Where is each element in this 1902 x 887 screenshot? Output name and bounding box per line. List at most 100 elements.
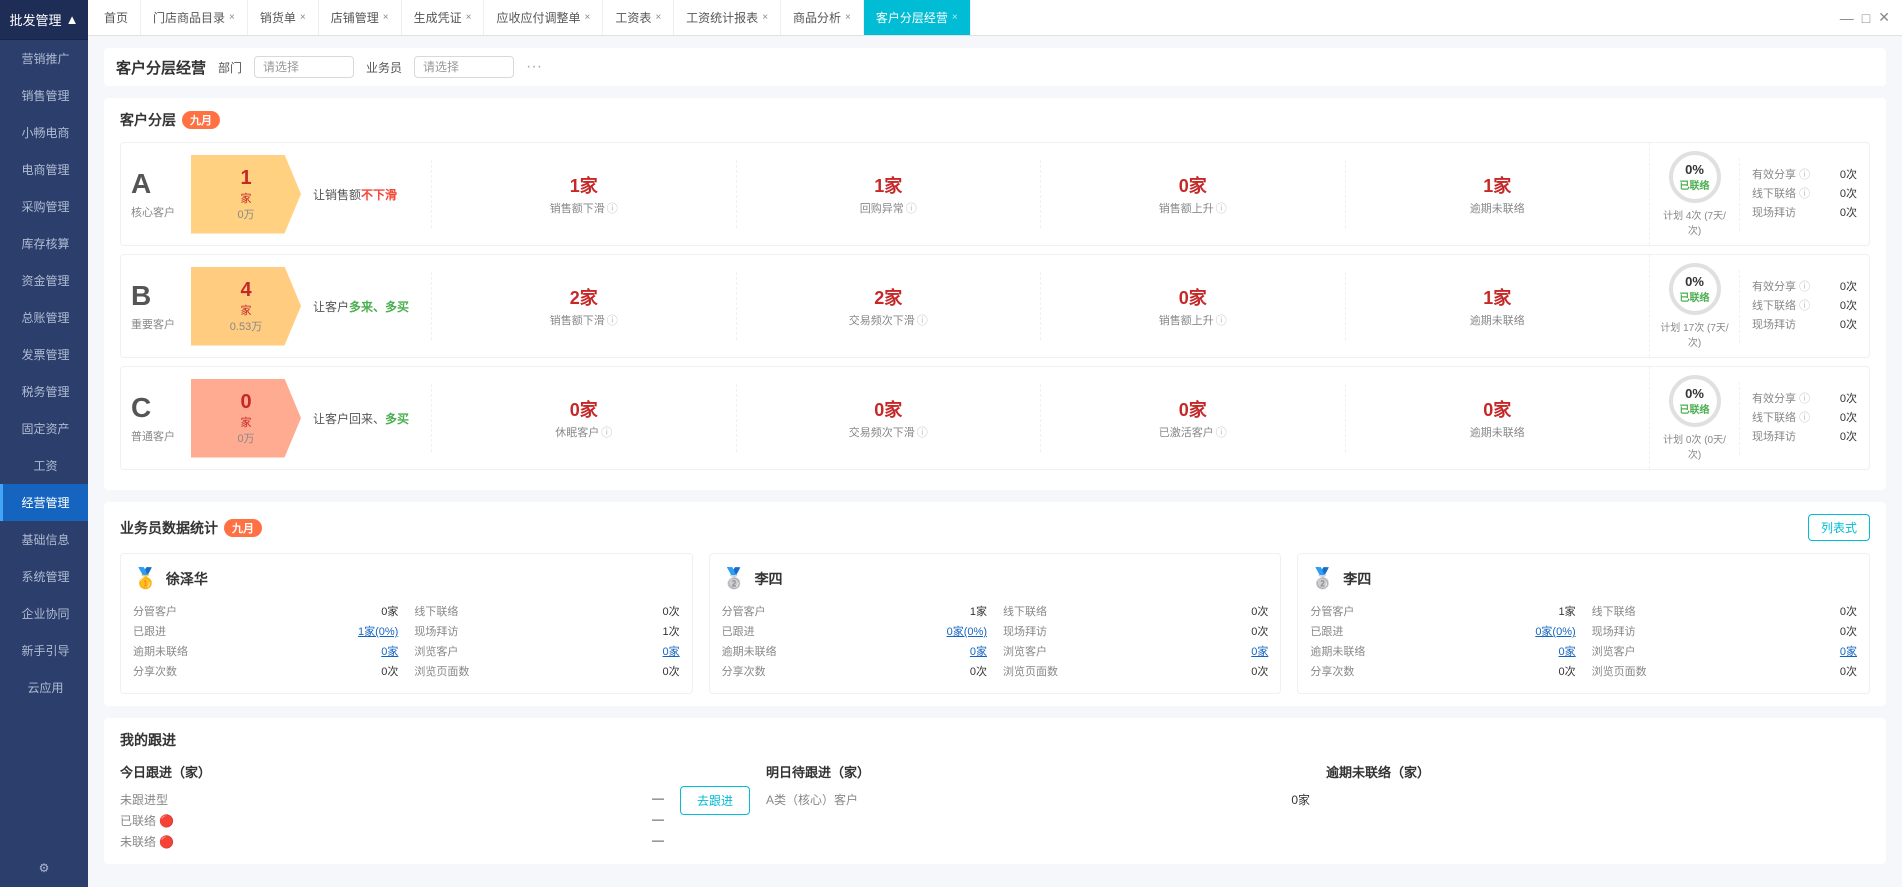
tab-商品分析[interactable]: 商品分析× (781, 0, 864, 36)
tier-right-stat-row: 线下联络 ⓘ0次 (1752, 409, 1857, 425)
tab-close-店铺管理[interactable]: × (383, 12, 389, 23)
info-icon[interactable]: ⓘ (1799, 300, 1810, 312)
sidebar-item-固定资产[interactable]: 固定资产 (0, 410, 88, 447)
sidebar-item-税务管理[interactable]: 税务管理 (0, 373, 88, 410)
sidebar-top[interactable]: 批发管理 ▲ (0, 0, 88, 40)
staff-section-title: 业务员数据统计 九月 (120, 518, 262, 538)
window-restore-button[interactable]: □ (1862, 10, 1870, 26)
tab-工资表[interactable]: 工资表× (603, 0, 674, 36)
dept-select[interactable]: 请选择 (254, 56, 354, 78)
staff-section-header: 业务员数据统计 九月 列表式 (120, 514, 1870, 541)
sidebar-item-资金管理[interactable]: 资金管理 (0, 262, 88, 299)
info-icon[interactable]: ⓘ (917, 424, 928, 440)
staff-label: 业务员 (366, 59, 402, 76)
goto-followup-button[interactable]: 去跟进 (680, 786, 750, 815)
sidebar-item-工资[interactable]: 工资 (0, 447, 88, 484)
sidebar-item-电商管理[interactable]: 电商管理 (0, 151, 88, 188)
sidebar-item-营销推广[interactable]: 营销推广 (0, 40, 88, 77)
list-view-button[interactable]: 列表式 (1808, 514, 1870, 541)
info-icon[interactable]: ⓘ (1799, 188, 1810, 200)
staff-stat-row: 浏览客户0家 (414, 641, 679, 661)
info-icon[interactable]: ⓘ (607, 312, 618, 328)
sidebar-item-发票管理[interactable]: 发票管理 (0, 336, 88, 373)
settings-button[interactable]: ⚙ (0, 849, 88, 887)
info-icon[interactable]: ⓘ (1799, 169, 1810, 181)
info-icon[interactable]: ⓘ (1216, 200, 1227, 216)
sidebar-item-企业协同[interactable]: 企业协同 (0, 595, 88, 632)
followup-row-val-1: — (652, 791, 664, 808)
tier-label-B: B重要客户 (121, 264, 191, 348)
staff-card-0: 🥇徐泽华分管客户0家已跟进1家(0%)逾期未联络0家分享次数0次线下联络0次现场… (120, 553, 693, 694)
tier-row-B: B重要客户4家0.53万让客户多来、多买2家销售额下滑 ⓘ2家交易频次下滑 ⓘ0… (120, 254, 1870, 358)
tier-stat-B-1: 2家交易频次下滑 ⓘ (736, 272, 1041, 340)
sidebar-item-基础信息[interactable]: 基础信息 (0, 521, 88, 558)
tab-close-商品分析[interactable]: × (845, 12, 851, 23)
staff-section: 业务员数据统计 九月 列表式 🥇徐泽华分管客户0家已跟进1家(0%)逾期未联络0… (104, 502, 1886, 706)
tab-应收应付调整单[interactable]: 应收应付调整单× (484, 0, 603, 36)
sidebar-item-销售管理[interactable]: 销售管理 (0, 77, 88, 114)
tier-right-stat-row: 现场拜访0次 (1752, 204, 1857, 220)
tab-close-销货单[interactable]: × (300, 12, 306, 23)
window-close-button[interactable]: ✕ (1878, 9, 1890, 26)
tier-right-stat-row: 有效分享 ⓘ0次 (1752, 166, 1857, 182)
tab-close-客户分层经营[interactable]: × (952, 12, 958, 23)
info-icon[interactable]: ⓘ (1216, 312, 1227, 328)
sidebar-item-云应用[interactable]: 云应用 (0, 669, 88, 706)
sidebar-item-小畅电商[interactable]: 小畅电商 (0, 114, 88, 151)
circle-progress-C: 0% 已联络 (1669, 375, 1721, 427)
info-icon[interactable]: ⓘ (906, 200, 917, 216)
tab-首页[interactable]: 首页 (92, 0, 141, 36)
tab-门店商品目录[interactable]: 门店商品目录× (141, 0, 248, 36)
tier-stat-A-3: 1家逾期未联络 (1345, 160, 1650, 228)
today-followup-title: 今日跟进（家） (120, 762, 664, 781)
info-icon[interactable]: ⓘ (607, 200, 618, 216)
staff-left-col-1: 分管客户1家已跟进0家(0%)逾期未联络0家分享次数0次 (722, 601, 987, 681)
info-icon[interactable]: ⓘ (917, 312, 928, 328)
sidebar-item-采购管理[interactable]: 采购管理 (0, 188, 88, 225)
staff-right-col-2: 线下联络0次现场拜访0次浏览客户0家浏览页面数0次 (1592, 601, 1857, 681)
tier-label-C: C普通客户 (121, 376, 191, 460)
staff-select[interactable]: 请选择 (414, 56, 514, 78)
sidebar-item-库存核算[interactable]: 库存核算 (0, 225, 88, 262)
tier-letter-A: A (131, 168, 151, 200)
tier-right-stats-A: 有效分享 ⓘ0次线下联络 ⓘ0次现场拜访0次 (1739, 158, 1869, 231)
tab-close-门店商品目录[interactable]: × (229, 12, 235, 23)
tab-close-工资统计报表[interactable]: × (762, 12, 768, 23)
sidebar-item-系统管理[interactable]: 系统管理 (0, 558, 88, 595)
sidebar-top-arrow: ▲ (66, 12, 79, 27)
staff-stat-row: 线下联络0次 (1003, 601, 1268, 621)
staff-card-header-2: 🥈李四 (1310, 566, 1857, 591)
tab-客户分层经营[interactable]: 客户分层经营× (864, 0, 971, 36)
info-icon[interactable]: ⓘ (1216, 424, 1227, 440)
goto-followup-block: 去跟进 (680, 762, 750, 815)
sidebar-item-经营管理[interactable]: 经营管理 (0, 484, 88, 521)
staff-stat-row: 分管客户1家 (1310, 601, 1575, 621)
staff-stat-row: 现场拜访0次 (1592, 621, 1857, 641)
staff-left-col-2: 分管客户1家已跟进0家(0%)逾期未联络0家分享次数0次 (1310, 601, 1575, 681)
tab-店铺管理[interactable]: 店铺管理× (319, 0, 402, 36)
window-minimize-button[interactable]: — (1840, 10, 1854, 26)
tier-stat-A-2: 0家销售额上升 ⓘ (1040, 160, 1345, 228)
tab-close-工资表[interactable]: × (655, 12, 661, 23)
staff-stats-grid-0: 分管客户0家已跟进1家(0%)逾期未联络0家分享次数0次线下联络0次现场拜访1次… (133, 601, 680, 681)
info-icon[interactable]: ⓘ (1799, 281, 1810, 293)
tab-close-生成凭证[interactable]: × (466, 12, 472, 23)
tab-工资统计报表[interactable]: 工资统计报表× (674, 0, 781, 36)
tab-close-应收应付调整单[interactable]: × (584, 12, 590, 23)
tier-count-A: 1家0万 (191, 155, 301, 234)
info-icon[interactable]: ⓘ (1799, 393, 1810, 405)
staff-left-col-0: 分管客户0家已跟进1家(0%)逾期未联络0家分享次数0次 (133, 601, 398, 681)
sidebar-item-总账管理[interactable]: 总账管理 (0, 299, 88, 336)
tier-stat-C-2: 0家已激活客户 ⓘ (1040, 384, 1345, 452)
tier-row-C: C普通客户0家0万让客户回来、多买0家休眠客户 ⓘ0家交易频次下滑 ⓘ0家已激活… (120, 366, 1870, 470)
info-icon[interactable]: ⓘ (1799, 412, 1810, 424)
info-icon[interactable]: ⓘ (601, 424, 612, 440)
sidebar-item-新手引导[interactable]: 新手引导 (0, 632, 88, 669)
followup-title: 我的跟进 (120, 730, 1870, 750)
tab-销货单[interactable]: 销货单× (248, 0, 319, 36)
tab-生成凭证[interactable]: 生成凭证× (402, 0, 485, 36)
circle-progress-A: 0% 已联络 (1669, 151, 1721, 203)
staff-card-header-1: 🥈李四 (722, 566, 1269, 591)
more-filters-button[interactable]: ··· (526, 58, 542, 76)
gear-icon: ⚙ (39, 861, 50, 875)
